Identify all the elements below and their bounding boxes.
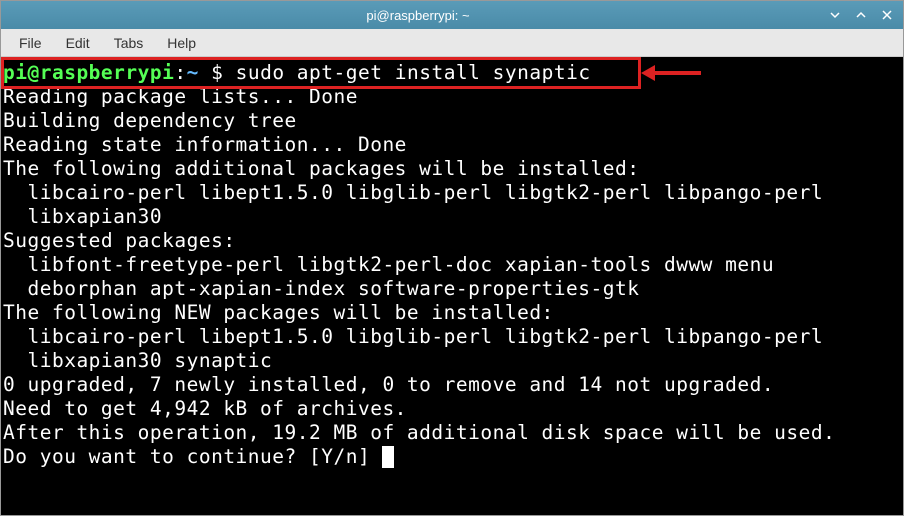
close-icon — [881, 9, 893, 21]
terminal-output: Reading package lists... DoneBuilding de… — [3, 85, 901, 469]
output-line: Do you want to continue? [Y/n] — [3, 445, 901, 469]
minimize-button[interactable] — [827, 7, 843, 23]
menu-help[interactable]: Help — [157, 31, 206, 55]
terminal-content: pi@raspberrypi:~ $ sudo apt-get install … — [1, 57, 903, 473]
maximize-button[interactable] — [853, 7, 869, 23]
terminal-window: pi@raspberrypi: ~ File Edit Tabs Help pi… — [0, 0, 904, 516]
close-button[interactable] — [879, 7, 895, 23]
output-line: deborphan apt-xapian-index software-prop… — [3, 277, 901, 301]
terminal-body[interactable]: pi@raspberrypi:~ $ sudo apt-get install … — [1, 57, 903, 515]
output-line: Building dependency tree — [3, 109, 901, 133]
command-text: sudo apt-get install synaptic — [236, 61, 591, 84]
menu-tabs[interactable]: Tabs — [104, 31, 154, 55]
prompt-separator: : — [174, 61, 186, 84]
chevron-up-icon — [855, 9, 867, 21]
output-line: libfont-freetype-perl libgtk2-perl-doc x… — [3, 253, 901, 277]
output-line: libxapian30 synaptic — [3, 349, 901, 373]
terminal-cursor — [382, 446, 394, 468]
output-line: libcairo-perl libept1.5.0 libglib-perl l… — [3, 181, 901, 205]
menu-file[interactable]: File — [9, 31, 52, 55]
output-line: Reading state information... Done — [3, 133, 901, 157]
prompt-symbol: $ — [199, 61, 236, 84]
output-line: Reading package lists... Done — [3, 85, 901, 109]
chevron-down-icon — [829, 9, 841, 21]
output-line: 0 upgraded, 7 newly installed, 0 to remo… — [3, 373, 901, 397]
output-line: Suggested packages: — [3, 229, 901, 253]
menu-edit[interactable]: Edit — [56, 31, 100, 55]
output-line: libcairo-perl libept1.5.0 libglib-perl l… — [3, 325, 901, 349]
prompt-user-host: pi@raspberrypi — [3, 61, 174, 84]
menu-bar: File Edit Tabs Help — [1, 29, 903, 57]
window-title: pi@raspberrypi: ~ — [9, 8, 827, 23]
output-line: The following NEW packages will be insta… — [3, 301, 901, 325]
prompt-path: ~ — [187, 61, 199, 84]
window-controls — [827, 7, 895, 23]
output-line: libxapian30 — [3, 205, 901, 229]
output-line: The following additional packages will b… — [3, 157, 901, 181]
output-line: After this operation, 19.2 MB of additio… — [3, 421, 901, 445]
output-line: Need to get 4,942 kB of archives. — [3, 397, 901, 421]
title-bar: pi@raspberrypi: ~ — [1, 1, 903, 29]
